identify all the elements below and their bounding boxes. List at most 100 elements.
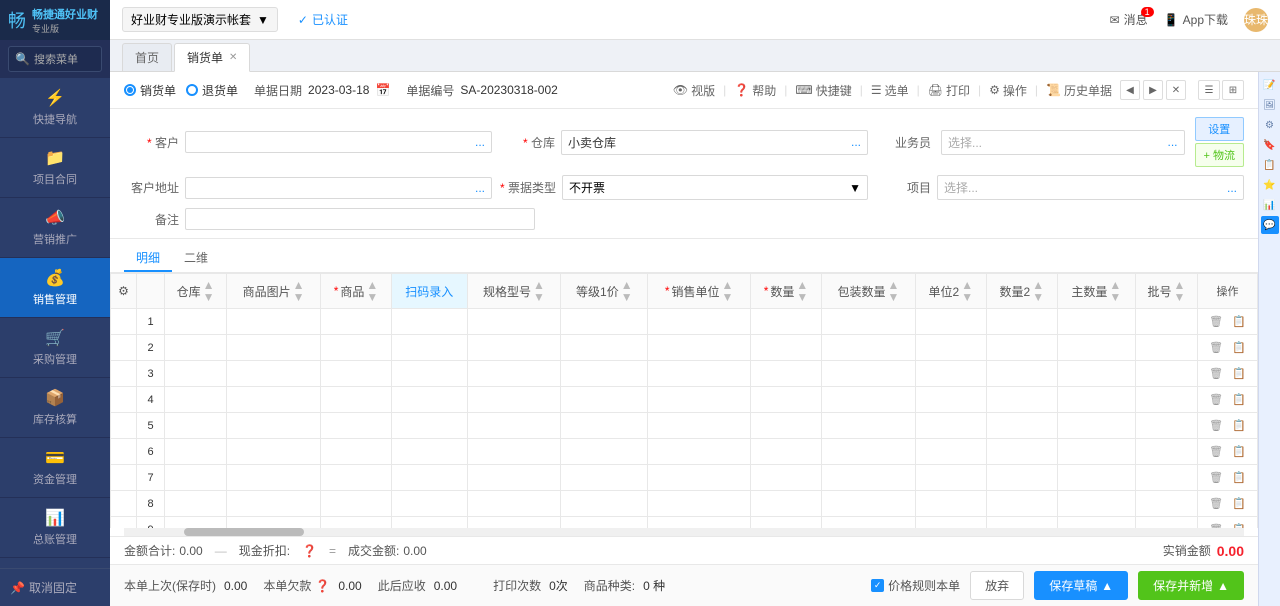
row-warehouse-cell[interactable]	[165, 517, 227, 529]
row-main-qty-cell[interactable]	[1057, 517, 1135, 529]
customer-input[interactable]: ...	[185, 131, 492, 153]
print-btn[interactable]: 🖨 打印	[928, 82, 970, 99]
row-spec-cell[interactable]	[467, 361, 561, 387]
row-price1-cell[interactable]	[561, 465, 648, 491]
nav-close-btn[interactable]: ✕	[1166, 80, 1186, 100]
set-btn[interactable]: 设置	[1195, 117, 1244, 141]
row-pack-qty-cell[interactable]	[821, 413, 915, 439]
row-qty-cell[interactable]	[751, 491, 822, 517]
sidebar-item-accounting[interactable]: 📊 总账管理	[0, 498, 110, 558]
delete-row-icon[interactable]: 🗑	[1206, 419, 1226, 433]
row-scan-cell[interactable]	[391, 309, 467, 335]
row-warehouse-cell[interactable]	[165, 361, 227, 387]
radio-return-order[interactable]: 退货单	[186, 82, 238, 99]
row-unit2-cell[interactable]	[915, 361, 986, 387]
row-price1-cell[interactable]	[561, 335, 648, 361]
sidebar-item-marketing[interactable]: 📣 营销推广	[0, 198, 110, 258]
view-grid-btn[interactable]: ⊞	[1222, 80, 1244, 100]
row-goods-cell[interactable]	[321, 387, 392, 413]
inner-tab-2d[interactable]: 二维	[172, 245, 220, 272]
row-goods-cell[interactable]	[321, 361, 392, 387]
row-scan-cell[interactable]	[391, 465, 467, 491]
company-selector[interactable]: 好业财专业版演示帐套 ▼	[122, 7, 278, 32]
row-qty2-cell[interactable]	[986, 309, 1057, 335]
row-unit-cell[interactable]	[648, 413, 751, 439]
price-rule-checkbox[interactable]: ✓ 价格规则本单	[871, 577, 960, 594]
row-spec-cell[interactable]	[467, 335, 561, 361]
row-qty-cell[interactable]	[751, 439, 822, 465]
row-goods-cell[interactable]	[321, 491, 392, 517]
history-btn[interactable]: 📜 历史单据	[1046, 82, 1112, 99]
select-btn[interactable]: ☰ 选单	[871, 82, 909, 99]
row-price1-cell[interactable]	[561, 517, 648, 529]
row-img-cell[interactable]	[227, 517, 321, 529]
row-warehouse-cell[interactable]	[165, 465, 227, 491]
row-batch-cell[interactable]	[1135, 517, 1197, 529]
row-qty-cell[interactable]	[751, 465, 822, 491]
row-scan-cell[interactable]	[391, 413, 467, 439]
delete-row-icon[interactable]: 🗑	[1206, 471, 1226, 485]
row-scan-cell[interactable]	[391, 387, 467, 413]
delete-row-icon[interactable]: 🗑	[1206, 393, 1226, 407]
row-unit-cell[interactable]	[648, 491, 751, 517]
row-pack-qty-cell[interactable]	[821, 439, 915, 465]
row-price1-cell[interactable]	[561, 361, 648, 387]
sidebar-item-inventory[interactable]: 📦 库存核算	[0, 378, 110, 438]
row-img-cell[interactable]	[227, 361, 321, 387]
row-batch-cell[interactable]	[1135, 335, 1197, 361]
row-qty2-cell[interactable]	[986, 517, 1057, 529]
row-qty-cell[interactable]	[751, 335, 822, 361]
row-qty2-cell[interactable]	[986, 439, 1057, 465]
row-unit-cell[interactable]	[648, 335, 751, 361]
row-price1-cell[interactable]	[561, 439, 648, 465]
right-tool-3[interactable]: ⚙	[1261, 116, 1279, 134]
salesperson-input[interactable]: 选择... ...	[941, 130, 1185, 155]
row-qty-cell[interactable]	[751, 309, 822, 335]
row-scan-cell[interactable]	[391, 361, 467, 387]
row-qty2-cell[interactable]	[986, 387, 1057, 413]
row-qty2-cell[interactable]	[986, 491, 1057, 517]
row-spec-cell[interactable]	[467, 413, 561, 439]
row-batch-cell[interactable]	[1135, 439, 1197, 465]
sidebar-item-sales[interactable]: 💰 销售管理	[0, 258, 110, 318]
sidebar-item-funds[interactable]: 💳 资金管理	[0, 438, 110, 498]
row-img-cell[interactable]	[227, 439, 321, 465]
message-button[interactable]: ✉ 消息 1	[1110, 11, 1148, 28]
row-main-qty-cell[interactable]	[1057, 387, 1135, 413]
row-qty-cell[interactable]	[751, 413, 822, 439]
copy-row-icon[interactable]: 📋	[1229, 471, 1249, 485]
inner-tab-detail[interactable]: 明细	[124, 245, 172, 272]
sidebar-bottom-cancel-fixed[interactable]: 📌 取消固定	[6, 575, 104, 600]
row-warehouse-cell[interactable]	[165, 413, 227, 439]
view-list-btn[interactable]: ☰	[1198, 80, 1220, 100]
right-tool-5[interactable]: 📋	[1261, 156, 1279, 174]
row-scan-cell[interactable]	[391, 439, 467, 465]
row-warehouse-cell[interactable]	[165, 491, 227, 517]
row-warehouse-cell[interactable]	[165, 387, 227, 413]
address-input[interactable]: ...	[185, 177, 492, 199]
search-button[interactable]: 🔍 搜索菜单	[8, 46, 102, 72]
row-scan-cell[interactable]	[391, 491, 467, 517]
nav-next-btn[interactable]: ▶	[1143, 80, 1163, 100]
calendar-icon[interactable]: 📅	[375, 83, 390, 97]
row-goods-cell[interactable]	[321, 413, 392, 439]
sidebar-item-quick-nav[interactable]: ⚡ 快捷导航	[0, 78, 110, 138]
add-logistics-btn[interactable]: + 物流	[1195, 143, 1244, 167]
copy-row-icon[interactable]: 📋	[1229, 419, 1249, 433]
tab-home[interactable]: 首页	[122, 43, 172, 71]
radio-sales-order[interactable]: 销货单	[124, 82, 176, 99]
row-pack-qty-cell[interactable]	[821, 465, 915, 491]
save-new-button[interactable]: 保存并新增 ▲	[1138, 571, 1244, 600]
right-tool-4[interactable]: 🔖	[1261, 136, 1279, 154]
row-warehouse-cell[interactable]	[165, 335, 227, 361]
row-qty2-cell[interactable]	[986, 335, 1057, 361]
copy-row-icon[interactable]: 📋	[1229, 367, 1249, 381]
row-unit-cell[interactable]	[648, 465, 751, 491]
row-unit-cell[interactable]	[648, 387, 751, 413]
row-pack-qty-cell[interactable]	[821, 387, 915, 413]
row-unit2-cell[interactable]	[915, 335, 986, 361]
row-img-cell[interactable]	[227, 335, 321, 361]
scroll-bar[interactable]	[124, 528, 1244, 536]
row-goods-cell[interactable]	[321, 335, 392, 361]
row-qty2-cell[interactable]	[986, 361, 1057, 387]
